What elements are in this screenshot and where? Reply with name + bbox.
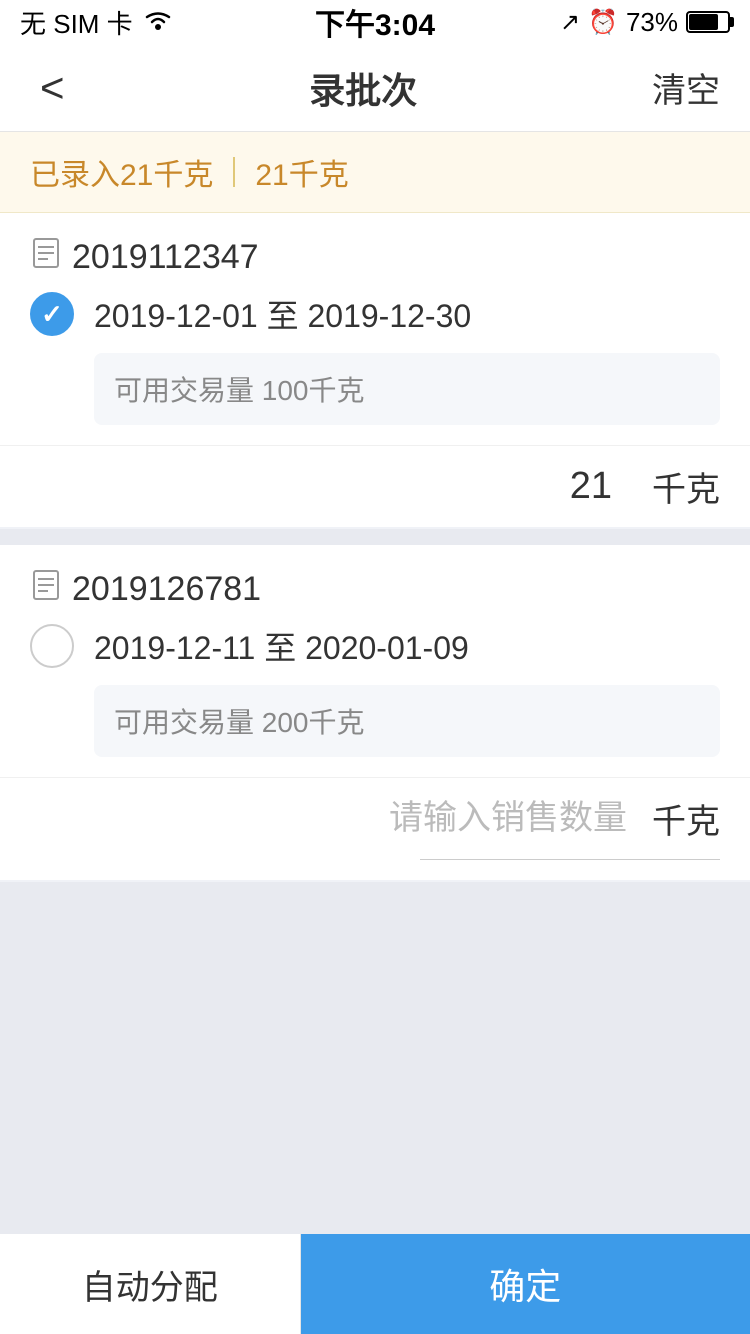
alarm-icon: ⏰ bbox=[588, 8, 618, 37]
status-time: 下午3:04 bbox=[315, 0, 435, 44]
quantity-unit-2: 千克 bbox=[652, 794, 720, 843]
batch-header-2: 2019126781 bbox=[30, 569, 720, 609]
nav-bar: < 录批次 清空 bbox=[0, 44, 750, 132]
batch-card-1: 2019112347 2019-12-01 至 2019-12-30 可用交易量… bbox=[0, 213, 750, 527]
quantity-input-2[interactable] bbox=[342, 799, 642, 838]
location-arrow-icon: ↗ bbox=[560, 8, 580, 37]
batch-doc-icon-1 bbox=[30, 237, 62, 277]
quantity-input-row-2: 千克 bbox=[0, 777, 750, 859]
battery-icon bbox=[686, 11, 730, 33]
status-bar: 无 SIM 卡 下午3:04 ↗ ⏰ 73% bbox=[0, 0, 750, 44]
batch-date-2: 2019-12-11 至 2020-01-09 bbox=[94, 623, 469, 669]
clear-button[interactable]: 清空 bbox=[652, 63, 720, 112]
batch-row-1: 2019-12-01 至 2019-12-30 bbox=[30, 291, 720, 337]
wifi-icon bbox=[143, 7, 173, 38]
batch-item-2: 2019126781 2019-12-11 至 2020-01-09 可用交易量… bbox=[0, 545, 750, 757]
total-amount: 21千克 bbox=[255, 150, 348, 194]
section-divider bbox=[0, 529, 750, 545]
batch-card-2: 2019126781 2019-12-11 至 2020-01-09 可用交易量… bbox=[0, 545, 750, 880]
back-button[interactable]: < bbox=[30, 54, 75, 122]
info-banner: 已录入21千克 21千克 bbox=[0, 132, 750, 213]
quantity-value-1: 21 bbox=[570, 465, 612, 508]
quantity-row-1: 21 千克 bbox=[0, 445, 750, 527]
page-title: 录批次 bbox=[309, 62, 417, 114]
batch-availability-1: 可用交易量 100千克 bbox=[94, 353, 720, 425]
sim-label: 无 SIM 卡 bbox=[20, 4, 133, 41]
batch-date-1: 2019-12-01 至 2019-12-30 bbox=[94, 291, 471, 337]
radio-1[interactable] bbox=[30, 292, 74, 336]
recorded-amount: 已录入21千克 bbox=[30, 150, 213, 194]
bottom-bar: 自动分配 确定 bbox=[0, 1234, 750, 1334]
battery-percent: 73% bbox=[626, 7, 678, 38]
batch-availability-2: 可用交易量 200千克 bbox=[94, 685, 720, 757]
banner-divider bbox=[233, 157, 235, 187]
status-left: 无 SIM 卡 bbox=[20, 4, 173, 41]
quantity-unit-1: 千克 bbox=[652, 462, 720, 511]
confirm-button[interactable]: 确定 bbox=[301, 1234, 750, 1334]
batch-row-2: 2019-12-11 至 2020-01-09 bbox=[30, 623, 720, 669]
auto-distribute-button[interactable]: 自动分配 bbox=[0, 1234, 301, 1334]
batch-doc-icon-2 bbox=[30, 569, 62, 609]
radio-2[interactable] bbox=[30, 624, 74, 668]
batch-item-1: 2019112347 2019-12-01 至 2019-12-30 可用交易量… bbox=[0, 213, 750, 425]
batch-number-1: 2019112347 bbox=[72, 238, 259, 277]
status-right: ↗ ⏰ 73% bbox=[560, 7, 730, 38]
batch-header-1: 2019112347 bbox=[30, 237, 720, 277]
batch-number-2: 2019126781 bbox=[72, 570, 261, 609]
